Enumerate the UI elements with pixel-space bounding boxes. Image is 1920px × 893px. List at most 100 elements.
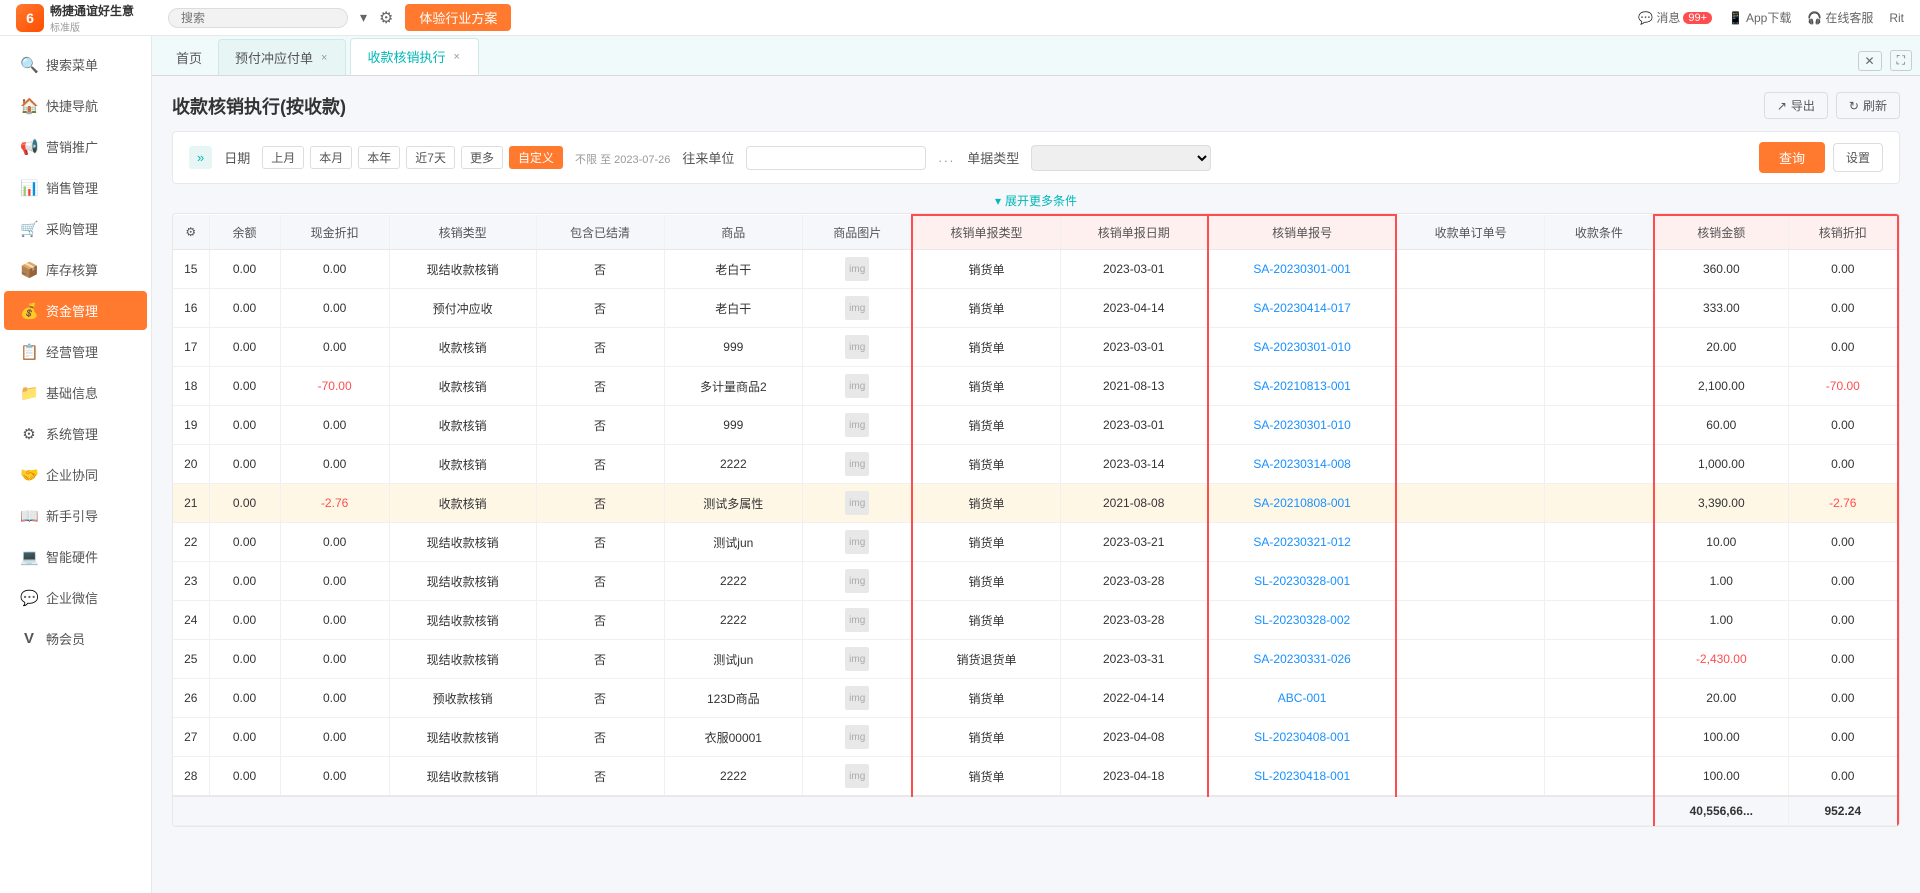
row-amount: 20.00 (1654, 679, 1788, 718)
row-id: 16 (173, 289, 209, 328)
sidebar-item-collab[interactable]: 🤝 企业协同 (4, 455, 147, 494)
row-payment-terms (1544, 367, 1654, 406)
counterparty-input[interactable] (746, 146, 926, 170)
sidebar-item-purchase[interactable]: 🛒 采购管理 (4, 209, 147, 248)
row-id: 17 (173, 328, 209, 367)
sidebar-item-search[interactable]: 🔍 搜索菜单 (4, 45, 147, 84)
row-bill-no[interactable]: SA-20230414-017 (1208, 289, 1397, 328)
row-bill-no[interactable]: SL-20230328-001 (1208, 562, 1397, 601)
bill-no-link[interactable]: ABC-001 (1278, 691, 1327, 705)
sidebar-item-basic-info[interactable]: 📁 基础信息 (4, 373, 147, 412)
row-bill-date: 2021-08-08 (1060, 484, 1208, 523)
voucher-type-select[interactable] (1031, 145, 1211, 171)
industry-solution-button[interactable]: 体验行业方案 (405, 4, 511, 31)
table-row: 17 0.00 0.00 收款核销 否 999 img 销货单 2023-03-… (173, 328, 1898, 367)
row-bill-no[interactable]: SL-20230418-001 (1208, 757, 1397, 797)
settings-button[interactable]: 设置 (1833, 143, 1883, 172)
sidebar-item-member[interactable]: V 畅会员 (4, 619, 147, 658)
search-input[interactable] (168, 8, 348, 28)
sidebar-item-quicknav[interactable]: 🏠 快捷导航 (4, 86, 147, 125)
user-area[interactable]: Rit (1889, 11, 1904, 25)
this-month-button[interactable]: 本月 (310, 146, 352, 169)
row-bill-no[interactable]: SA-20210813-001 (1208, 367, 1397, 406)
row-bill-no[interactable]: SL-20230328-002 (1208, 601, 1397, 640)
messages-area[interactable]: 💬 消息 99+ (1638, 9, 1712, 26)
row-balance: 0.00 (209, 679, 280, 718)
custom-date-button[interactable]: 自定义 (509, 146, 563, 169)
bill-no-link[interactable]: SA-20230331-026 (1253, 652, 1350, 666)
last-7-days-button[interactable]: 近7天 (406, 146, 455, 169)
maximize-button[interactable]: ⛶ (1890, 50, 1912, 71)
row-bill-no[interactable]: ABC-001 (1208, 679, 1397, 718)
sidebar-item-finance[interactable]: 💰 资金管理 (4, 291, 147, 330)
row-bill-no[interactable]: SA-20230301-010 (1208, 406, 1397, 445)
row-bill-no[interactable]: SA-20230331-026 (1208, 640, 1397, 679)
sidebar-item-guide[interactable]: 📖 新手引导 (4, 496, 147, 535)
bill-no-link[interactable]: SA-20210808-001 (1253, 496, 1350, 510)
sidebar-item-inventory[interactable]: 📦 库存核算 (4, 250, 147, 289)
more-date-button[interactable]: 更多 (461, 146, 503, 169)
tab-close-prepay[interactable]: × (319, 52, 329, 64)
sidebar-item-system[interactable]: ⚙ 系统管理 (4, 414, 147, 453)
sidebar-item-operations[interactable]: 📋 经营管理 (4, 332, 147, 371)
row-bill-type: 销货单 (912, 367, 1060, 406)
row-bill-no[interactable]: SL-20230408-001 (1208, 718, 1397, 757)
row-product: 测试jun (664, 523, 803, 562)
row-discount: 0.00 (1788, 250, 1898, 289)
bill-no-link[interactable]: SA-20230414-017 (1253, 301, 1350, 315)
table-header-row: ⚙ 余额 现金折扣 核销类型 包含已结清 商品 商品图片 核销单报类型 核销单报… (173, 215, 1898, 250)
row-product: 测试jun (664, 640, 803, 679)
query-button[interactable]: 查询 (1759, 142, 1825, 173)
online-service-link[interactable]: 🎧 在线客服 (1807, 9, 1873, 26)
tab-writeoff[interactable]: 收款核销执行 × (350, 38, 478, 75)
row-writeoff-type: 收款核销 (389, 328, 536, 367)
voucher-type-label: 单据类型 (967, 148, 1019, 167)
app-download-link[interactable]: 📱 App下载 (1728, 9, 1791, 26)
col-header-product-image: 商品图片 (803, 215, 913, 250)
bill-no-link[interactable]: SA-20230301-010 (1253, 418, 1350, 432)
row-balance: 0.00 (209, 484, 280, 523)
this-year-button[interactable]: 本年 (358, 146, 400, 169)
export-button[interactable]: ↗ 导出 (1764, 92, 1828, 119)
table-row: 24 0.00 0.00 现结收款核销 否 2222 img 销货单 2023-… (173, 601, 1898, 640)
bill-no-link[interactable]: SA-20230301-001 (1253, 262, 1350, 276)
gear-icon[interactable]: ⚙ (379, 8, 393, 28)
logo-area: 6 畅捷通谊好生意 标准版 (16, 2, 156, 34)
row-receipt-order (1396, 250, 1544, 289)
bill-no-link[interactable]: SA-20210813-001 (1253, 379, 1350, 393)
refresh-button[interactable]: ↻ 刷新 (1836, 92, 1900, 119)
basic-info-icon: 📁 (20, 384, 38, 402)
expand-more-conditions[interactable]: ▾ 展开更多条件 (172, 192, 1900, 209)
bill-no-link[interactable]: SL-20230328-002 (1254, 613, 1350, 627)
bill-no-link[interactable]: SL-20230418-001 (1254, 769, 1350, 783)
bill-no-link[interactable]: SL-20230328-001 (1254, 574, 1350, 588)
sidebar-item-hardware[interactable]: 💻 智能硬件 (4, 537, 147, 576)
row-payment-terms (1544, 250, 1654, 289)
row-cash-discount: 0.00 (280, 406, 389, 445)
row-bill-no[interactable]: SA-20230314-008 (1208, 445, 1397, 484)
row-amount: 3,390.00 (1654, 484, 1788, 523)
tab-prepay[interactable]: 预付冲应付单 × (218, 39, 346, 75)
row-payment-terms (1544, 445, 1654, 484)
sidebar-item-sales[interactable]: 📊 销售管理 (4, 168, 147, 207)
close-window-button[interactable]: ✕ (1858, 51, 1882, 71)
row-bill-no[interactable]: SA-20230301-010 (1208, 328, 1397, 367)
settings-col-header[interactable]: ⚙ (173, 215, 209, 250)
row-cash-discount: -70.00 (280, 367, 389, 406)
bill-no-link[interactable]: SA-20230314-008 (1253, 457, 1350, 471)
sidebar-item-wechat[interactable]: 💬 企业微信 (4, 578, 147, 617)
tab-home[interactable]: 首页 (160, 40, 218, 75)
bill-no-link[interactable]: SA-20230301-010 (1253, 340, 1350, 354)
tab-close-writeoff[interactable]: × (451, 51, 461, 63)
row-bill-no[interactable]: SA-20230321-012 (1208, 523, 1397, 562)
row-bill-no[interactable]: SA-20230301-001 (1208, 250, 1397, 289)
row-bill-date: 2023-03-28 (1060, 562, 1208, 601)
bill-no-link[interactable]: SL-20230408-001 (1254, 730, 1350, 744)
row-bill-no[interactable]: SA-20210808-001 (1208, 484, 1397, 523)
filter-expand-button[interactable]: » (189, 146, 212, 169)
chevron-down-icon[interactable]: ▾ (360, 9, 367, 26)
bill-no-link[interactable]: SA-20230321-012 (1253, 535, 1350, 549)
sidebar-item-marketing[interactable]: 📢 营销推广 (4, 127, 147, 166)
row-bill-type: 销货退货单 (912, 640, 1060, 679)
last-month-button[interactable]: 上月 (262, 146, 304, 169)
